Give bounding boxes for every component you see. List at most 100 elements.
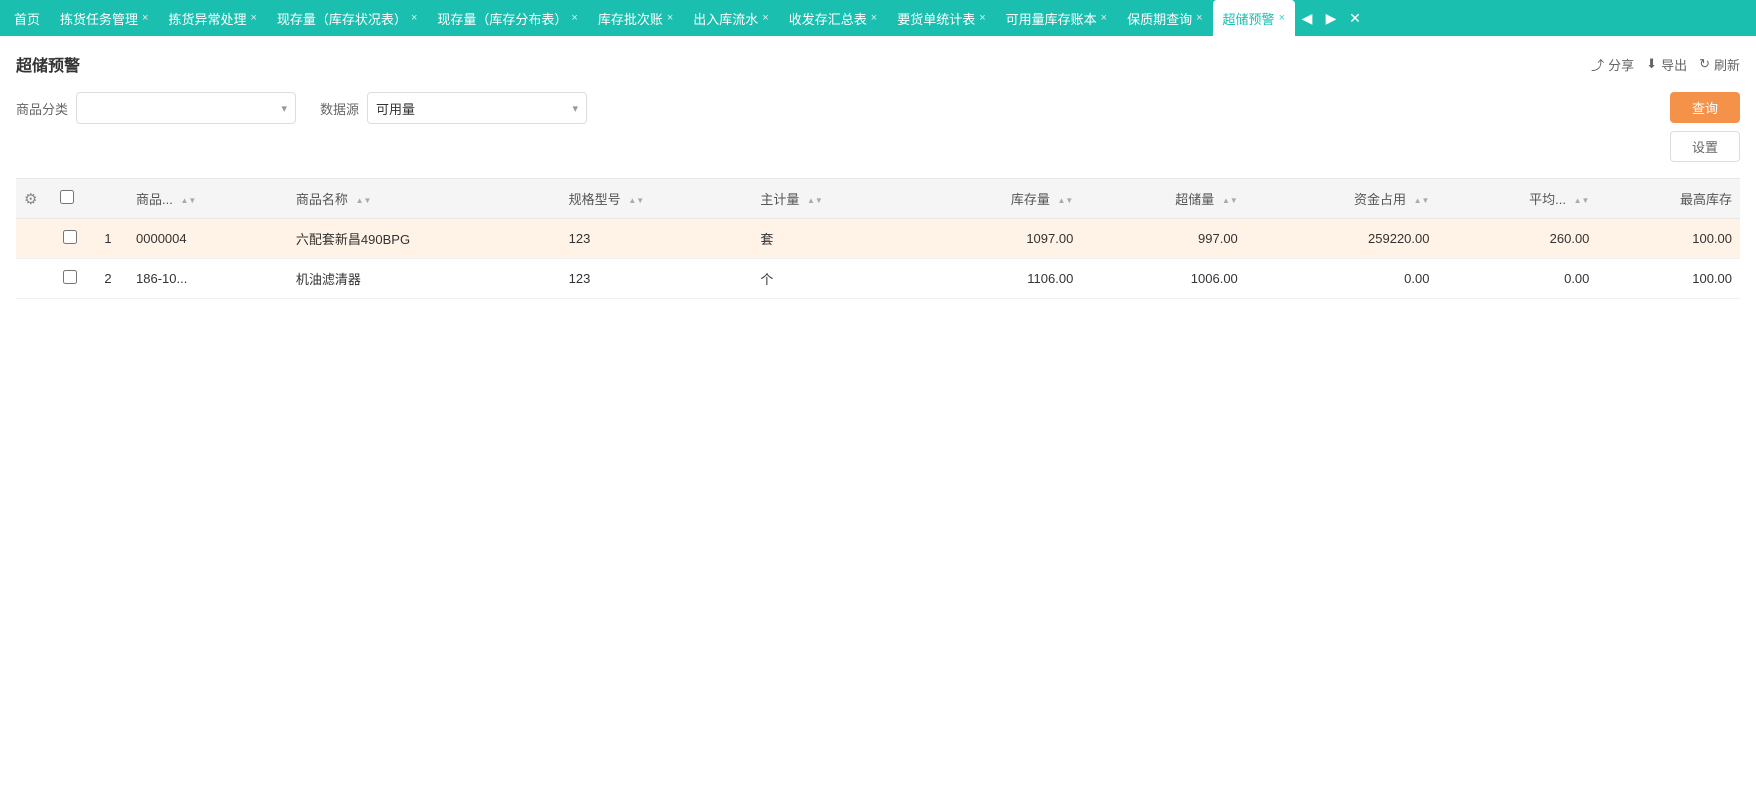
row-capital-use: 259220.00 <box>1246 219 1438 259</box>
datasource-filter-group: 数据源 可用量 ▾ <box>320 92 587 124</box>
col-checkbox-header <box>52 179 88 219</box>
nav-inventory-status[interactable]: 现存量（库存状况表） × <box>267 0 427 36</box>
page-title: 超储预警 <box>16 52 80 76</box>
row-overstock: 997.00 <box>1081 219 1245 259</box>
row-checkbox-0[interactable] <box>63 230 77 244</box>
row-settings-cell <box>16 219 52 259</box>
nav-close-task-mgmt[interactable]: × <box>142 12 148 24</box>
sort-avg-icon: ▲▼ <box>1574 197 1590 205</box>
nav-quality-check[interactable]: 保质期查询 × <box>1117 0 1212 36</box>
query-button[interactable]: 查询 <box>1670 92 1740 123</box>
col-avg-label: 平均... <box>1529 192 1566 207</box>
col-capital-use-label: 资金占用 <box>1354 192 1406 207</box>
row-capital-use: 0.00 <box>1246 259 1438 299</box>
row-checkbox-cell <box>52 219 88 259</box>
col-spec-label: 规格型号 <box>569 192 621 207</box>
nav-abnormal[interactable]: 拣货异常处理 × <box>158 0 266 36</box>
settings-button[interactable]: 设置 <box>1670 131 1740 162</box>
nav-home[interactable]: 首页 <box>4 0 50 36</box>
col-settings: ⚙ <box>16 179 52 219</box>
export-button[interactable]: ⬇ 导出 <box>1646 55 1687 74</box>
row-overstock: 1006.00 <box>1081 259 1245 299</box>
col-max-stock: 最高库存 <box>1597 179 1740 219</box>
col-product-code-label: 商品... <box>136 192 173 207</box>
nav-close-overstock-warning[interactable]: × <box>1279 12 1285 24</box>
nav-inout-flow[interactable]: 出入库流水 × <box>683 0 778 36</box>
col-stock[interactable]: 库存量 ▲▼ <box>917 179 1081 219</box>
header-actions: ⤴ 分享 ⬇ 导出 ↻ 刷新 <box>1591 55 1740 74</box>
sort-product-name-icon: ▲▼ <box>356 197 372 205</box>
sort-spec-icon: ▲▼ <box>628 197 644 205</box>
table-row: 1 0000004 六配套新昌490BPG 123 套 1097.00 997.… <box>16 219 1740 259</box>
nav-close-quality-check[interactable]: × <box>1196 12 1202 24</box>
nav-close-inout-flow[interactable]: × <box>762 12 768 24</box>
row-product-code: 186-10... <box>128 259 288 299</box>
select-all-checkbox[interactable] <box>60 190 74 204</box>
refresh-button[interactable]: ↻ 刷新 <box>1699 55 1740 74</box>
col-overstock-label: 超储量 <box>1175 192 1214 207</box>
sort-unit-icon: ▲▼ <box>807 197 823 205</box>
col-product-code[interactable]: 商品... ▲▼ <box>128 179 288 219</box>
chevron-down-icon: ▾ <box>281 102 287 115</box>
col-avg[interactable]: 平均... ▲▼ <box>1437 179 1597 219</box>
row-max-stock: 100.00 <box>1597 259 1740 299</box>
nav-close-all[interactable]: ✕ <box>1343 0 1367 36</box>
row-product-name: 机油滤清器 <box>288 259 561 299</box>
row-num: 2 <box>88 259 128 299</box>
row-checkbox-1[interactable] <box>63 270 77 284</box>
nav-close-collect-summary[interactable]: × <box>871 12 877 24</box>
row-avg: 260.00 <box>1437 219 1597 259</box>
row-unit: 套 <box>752 219 916 259</box>
refresh-icon: ↻ <box>1699 56 1710 72</box>
row-checkbox-cell <box>52 259 88 299</box>
nav-close-inventory-dist[interactable]: × <box>571 12 577 24</box>
nav-left-arrow[interactable]: ◀ <box>1295 0 1319 36</box>
top-navigation: 首页 拣货任务管理 × 拣货异常处理 × 现存量（库存状况表） × 现存量（库存… <box>0 0 1756 36</box>
datasource-label: 数据源 <box>320 99 359 118</box>
nav-close-inventory-status[interactable]: × <box>411 12 417 24</box>
nav-right-arrow[interactable]: ▶ <box>1319 0 1343 36</box>
nav-close-available-account[interactable]: × <box>1101 12 1107 24</box>
nav-collect-summary[interactable]: 收发存汇总表 × <box>779 0 887 36</box>
row-spec: 123 <box>561 219 753 259</box>
category-label: 商品分类 <box>16 99 68 118</box>
col-unit-label: 主计量 <box>760 192 799 207</box>
chevron-down-icon-2: ▾ <box>573 102 579 115</box>
col-product-name-label: 商品名称 <box>296 192 348 207</box>
col-capital-use[interactable]: 资金占用 ▲▼ <box>1246 179 1438 219</box>
table-header-row: ⚙ 商品... ▲▼ 商品名称 ▲▼ 规格型号 ▲▼ <box>16 179 1740 219</box>
sort-stock-icon: ▲▼ <box>1057 197 1073 205</box>
datasource-select-value: 可用量 <box>376 99 415 118</box>
nav-close-batch-account[interactable]: × <box>667 12 673 24</box>
category-select[interactable]: ▾ <box>76 92 296 124</box>
nav-close-abnormal[interactable]: × <box>250 12 256 24</box>
col-product-name[interactable]: 商品名称 ▲▼ <box>288 179 561 219</box>
row-avg: 0.00 <box>1437 259 1597 299</box>
row-max-stock: 100.00 <box>1597 219 1740 259</box>
row-settings-cell <box>16 259 52 299</box>
category-filter-group: 商品分类 ▾ <box>16 92 296 124</box>
nav-order-stats[interactable]: 要货单统计表 × <box>887 0 995 36</box>
page-content: 超储预警 ⤴ 分享 ⬇ 导出 ↻ 刷新 商品分类 ▾ <box>0 36 1756 800</box>
sort-overstock-icon: ▲▼ <box>1222 197 1238 205</box>
share-button[interactable]: ⤴ 分享 <box>1591 55 1634 74</box>
gear-icon[interactable]: ⚙ <box>24 191 37 208</box>
nav-available-account[interactable]: 可用量库存账本 × <box>996 0 1117 36</box>
row-stock: 1106.00 <box>917 259 1081 299</box>
row-stock: 1097.00 <box>917 219 1081 259</box>
col-spec[interactable]: 规格型号 ▲▼ <box>561 179 753 219</box>
nav-overstock-warning[interactable]: 超储预警 × <box>1213 0 1295 36</box>
sort-product-code-icon: ▲▼ <box>180 197 196 205</box>
page-header: 超储预警 ⤴ 分享 ⬇ 导出 ↻ 刷新 <box>16 52 1740 76</box>
nav-close-order-stats[interactable]: × <box>979 12 985 24</box>
nav-task-mgmt[interactable]: 拣货任务管理 × <box>50 0 158 36</box>
datasource-select[interactable]: 可用量 ▾ <box>367 92 587 124</box>
col-overstock[interactable]: 超储量 ▲▼ <box>1081 179 1245 219</box>
export-icon: ⬇ <box>1646 56 1657 72</box>
col-unit[interactable]: 主计量 ▲▼ <box>752 179 916 219</box>
row-product-code: 0000004 <box>128 219 288 259</box>
nav-inventory-dist[interactable]: 现存量（库存分布表） × <box>427 0 587 36</box>
share-icon: ⤴ <box>1591 55 1604 74</box>
col-stock-label: 库存量 <box>1011 192 1050 207</box>
nav-batch-account[interactable]: 库存批次账 × <box>588 0 683 36</box>
